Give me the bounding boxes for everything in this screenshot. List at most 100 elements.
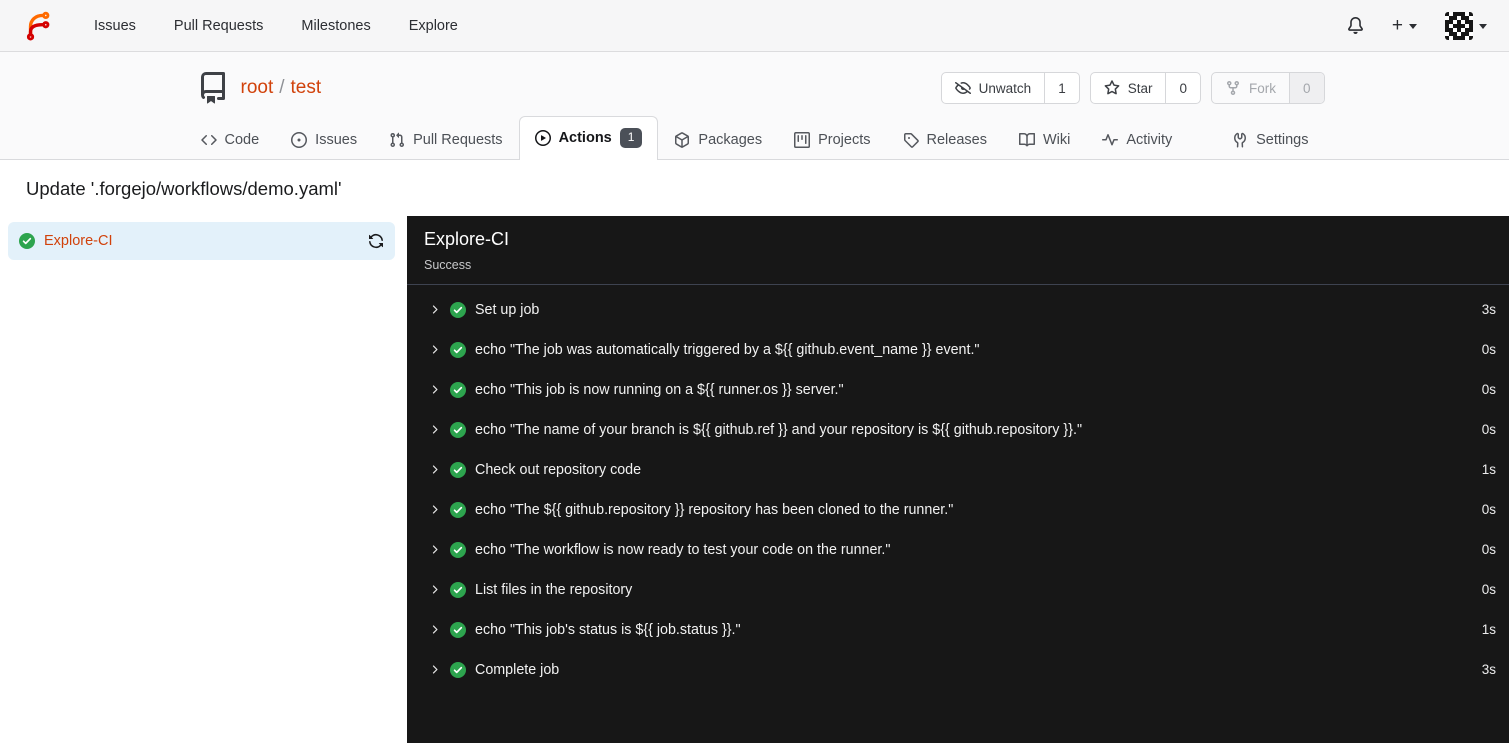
tab-packages[interactable]: Packages	[658, 120, 778, 159]
step-row[interactable]: Set up job 3s	[407, 290, 1509, 330]
chevron-right-icon[interactable]	[428, 343, 441, 356]
step-duration: 0s	[1481, 342, 1496, 358]
nav-item-explore[interactable]: Explore	[390, 18, 477, 34]
package-icon	[675, 131, 690, 148]
create-new-menu[interactable]: +	[1392, 16, 1417, 35]
check-circle-icon	[450, 302, 466, 318]
nav-item-issues[interactable]: Issues	[75, 18, 155, 34]
chevron-right-icon[interactable]	[428, 463, 441, 476]
repo-owner-link[interactable]: root	[241, 77, 274, 99]
check-circle-icon	[450, 662, 466, 678]
job-log-panel: Explore-CI Success Set up job 3s echo "T…	[407, 215, 1509, 743]
step-name: Complete job	[475, 661, 560, 678]
nav-item-milestones[interactable]: Milestones	[282, 18, 389, 34]
issue-icon	[291, 131, 308, 148]
tab-pull-requests[interactable]: Pull Requests	[373, 120, 518, 159]
step-row[interactable]: echo "The ${{ github.repository }} repos…	[407, 490, 1509, 530]
repo-book-icon	[197, 72, 229, 104]
unwatch-button[interactable]: Unwatch 1	[940, 72, 1080, 104]
tab-code[interactable]: Code	[185, 120, 276, 159]
tab-issues[interactable]: Issues	[275, 120, 373, 159]
unwatch-label: Unwatch	[978, 80, 1032, 96]
star-icon	[1104, 80, 1120, 96]
code-icon	[200, 134, 217, 145]
step-row[interactable]: Check out repository code 1s	[407, 450, 1509, 490]
fork-label: Fork	[1248, 80, 1276, 96]
check-circle-icon	[450, 582, 466, 598]
step-name: echo "This job's status is ${{ job.statu…	[475, 621, 741, 638]
tab-settings[interactable]: Settings	[1216, 120, 1324, 159]
repo-header: root / test Unwatch 1 Star 0 Fork 0 Code…	[0, 52, 1509, 160]
chevron-right-icon[interactable]	[428, 423, 441, 436]
watch-count[interactable]: 1	[1044, 73, 1079, 103]
check-circle-icon	[19, 233, 35, 249]
tab-actions[interactable]: Actions 1	[518, 116, 659, 160]
check-circle-icon	[450, 342, 466, 358]
step-row[interactable]: Complete job 3s	[407, 650, 1509, 690]
fork-button: Fork 0	[1210, 72, 1325, 104]
step-duration: 0s	[1481, 382, 1496, 398]
chevron-right-icon[interactable]	[428, 663, 441, 676]
repo-name-link[interactable]: test	[291, 77, 322, 99]
check-circle-icon	[450, 542, 466, 558]
tag-icon	[903, 132, 919, 148]
pull-request-icon	[390, 132, 405, 147]
step-name: Set up job	[475, 301, 540, 318]
actions-run-view: Update '.forgejo/workflows/demo.yaml' Ex…	[0, 160, 1509, 743]
step-name: echo "The name of your branch is ${{ git…	[475, 421, 1083, 438]
check-circle-icon	[450, 422, 466, 438]
chevron-right-icon[interactable]	[428, 583, 441, 596]
chevron-down-icon	[1409, 24, 1417, 29]
star-label: Star	[1127, 80, 1153, 96]
step-duration: 0s	[1481, 502, 1496, 518]
step-row[interactable]: List files in the repository 0s	[407, 570, 1509, 610]
chevron-right-icon[interactable]	[428, 543, 441, 556]
step-row[interactable]: echo "The workflow is now ready to test …	[407, 530, 1509, 570]
tab-projects[interactable]: Projects	[778, 120, 886, 159]
run-title: Update '.forgejo/workflows/demo.yaml'	[26, 177, 342, 199]
user-menu[interactable]	[1445, 11, 1487, 40]
chevron-right-icon[interactable]	[428, 623, 441, 636]
step-name: Check out repository code	[475, 461, 642, 478]
chevron-right-icon[interactable]	[428, 503, 441, 516]
navbar-right: +	[1347, 11, 1487, 40]
check-circle-icon	[450, 462, 466, 478]
chevron-down-icon	[1479, 24, 1487, 29]
step-row[interactable]: echo "This job is now running on a ${{ r…	[407, 370, 1509, 410]
tab-activity[interactable]: Activity	[1086, 120, 1188, 159]
nav-item-pull-requests[interactable]: Pull Requests	[155, 18, 282, 34]
tab-releases[interactable]: Releases	[887, 120, 1003, 159]
step-duration: 0s	[1481, 542, 1496, 558]
step-duration: 0s	[1481, 422, 1496, 438]
step-row[interactable]: echo "The name of your branch is ${{ git…	[407, 410, 1509, 450]
notifications-bell-icon[interactable]	[1347, 17, 1364, 34]
step-duration: 3s	[1481, 662, 1496, 678]
step-row[interactable]: echo "The job was automatically triggere…	[407, 330, 1509, 370]
step-duration: 3s	[1481, 302, 1496, 318]
actions-count-badge: 1	[619, 128, 643, 148]
star-button[interactable]: Star 0	[1089, 72, 1201, 104]
play-circle-icon	[534, 129, 551, 146]
pulse-icon	[1102, 133, 1119, 146]
job-log-title: Explore-CI	[424, 228, 510, 249]
job-item-explore-ci[interactable]: Explore-CI	[8, 221, 395, 260]
step-name: List files in the repository	[475, 581, 633, 598]
star-count[interactable]: 0	[1165, 73, 1200, 103]
chevron-right-icon[interactable]	[428, 383, 441, 396]
eye-slash-icon	[954, 80, 971, 96]
plus-icon: +	[1391, 15, 1403, 36]
repo-path-separator: /	[279, 77, 285, 98]
tools-icon	[1234, 132, 1247, 148]
refresh-icon[interactable]	[368, 233, 384, 249]
step-duration: 1s	[1481, 622, 1496, 638]
git-fork-icon	[1225, 80, 1241, 96]
step-name: echo "The ${{ github.repository }} repos…	[475, 501, 954, 518]
top-navbar: Issues Pull Requests Milestones Explore …	[0, 0, 1509, 52]
step-row[interactable]: echo "This job's status is ${{ job.statu…	[407, 610, 1509, 650]
forgejo-logo-icon[interactable]	[22, 10, 53, 41]
check-circle-icon	[450, 502, 466, 518]
job-log-header: Explore-CI Success	[407, 216, 1509, 285]
chevron-right-icon[interactable]	[428, 303, 441, 316]
tab-wiki[interactable]: Wiki	[1003, 120, 1086, 159]
job-list-sidebar: Explore-CI	[0, 215, 407, 743]
